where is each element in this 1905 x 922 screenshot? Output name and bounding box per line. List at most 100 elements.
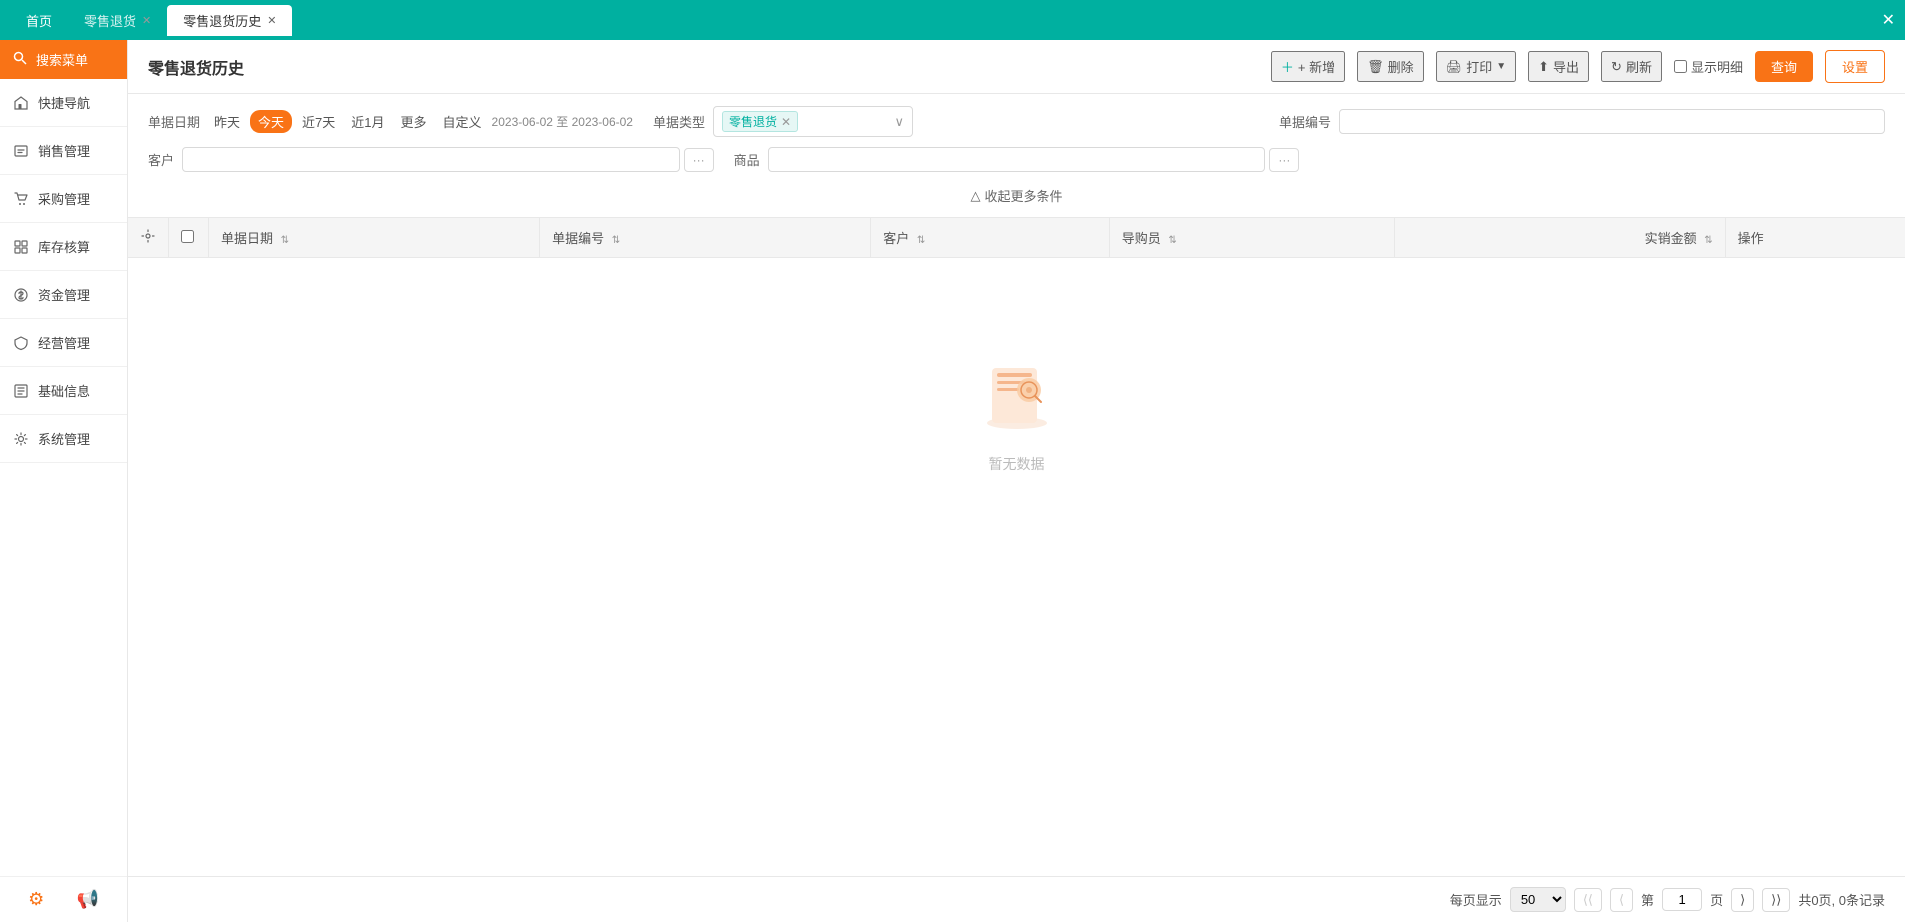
prev-page-button[interactable]: ⟨	[1610, 888, 1633, 912]
voucher-input[interactable]	[1339, 109, 1885, 134]
tab-home[interactable]: 首页	[10, 5, 68, 36]
type-tag: 零售退货 ✕	[722, 111, 798, 132]
collapse-icon: △	[970, 188, 980, 204]
page-size-select[interactable]: 50 10 20 100	[1510, 887, 1566, 912]
sidebar-item-quick-nav[interactable]: 快捷导航	[0, 79, 127, 127]
goods-ellipsis-button[interactable]: ···	[1269, 148, 1299, 172]
tab-retail-return[interactable]: 零售退货 ✕	[68, 5, 167, 36]
voucher-label: 单据编号	[1279, 112, 1331, 131]
sidebar-item-basic-info[interactable]: 基础信息	[0, 367, 127, 415]
operation-icon	[12, 334, 30, 352]
main-layout: 搜索菜单 快捷导航 销售管理 采购管理 库存核算	[0, 40, 1905, 922]
sidebar-label-quick-nav: 快捷导航	[38, 93, 90, 112]
sort-customer-icon: ⇅	[917, 235, 925, 246]
date-opt-custom[interactable]: 自定义	[437, 110, 488, 133]
sidebar-item-finance[interactable]: 资金管理	[0, 271, 127, 319]
type-select[interactable]: 零售退货 ✕ ∨	[713, 106, 913, 137]
filter-row-1: 单据日期 昨天 今天 近7天 近1月 更多 自定义 2023-06-02 至 2…	[148, 106, 1885, 137]
close-retail-return-tab[interactable]: ✕	[142, 14, 151, 27]
home-icon	[12, 94, 30, 112]
print-button[interactable]: 🖨 打印 ▼	[1436, 51, 1516, 82]
sidebar-item-system[interactable]: 系统管理	[0, 415, 127, 463]
basic-info-icon	[12, 382, 30, 400]
page-size-label: 每页显示	[1450, 890, 1502, 909]
page-header: 零售退货历史 ＋ + 新增 🗑 删除 🖨 打印 ▼ ⬆ 导出	[128, 40, 1905, 94]
speaker-icon[interactable]: 📢	[76, 889, 98, 910]
sidebar-label-purchase: 采购管理	[38, 189, 90, 208]
th-settings[interactable]	[128, 218, 169, 258]
th-voucher-no[interactable]: 单据编号 ⇅	[540, 218, 871, 258]
date-opt-7days[interactable]: 近7天	[296, 110, 341, 133]
refresh-icon: ↻	[1611, 59, 1622, 75]
sidebar-label-inventory: 库存核算	[38, 237, 90, 256]
goods-input[interactable]	[768, 147, 1266, 172]
sidebar-label-system: 系统管理	[38, 429, 90, 448]
th-guide[interactable]: 导购员 ⇅	[1109, 218, 1394, 258]
date-opt-1month[interactable]: 近1月	[345, 110, 390, 133]
print-dropdown-icon: ▼	[1496, 61, 1506, 72]
sidebar: 搜索菜单 快捷导航 销售管理 采购管理 库存核算	[0, 40, 128, 922]
sales-icon	[12, 142, 30, 160]
sidebar-item-inventory[interactable]: 库存核算	[0, 223, 127, 271]
finance-icon	[12, 286, 30, 304]
refresh-button[interactable]: ↻ 刷新	[1601, 51, 1662, 82]
select-all-checkbox[interactable]	[181, 230, 194, 243]
date-label: 单据日期	[148, 112, 200, 131]
date-opt-today[interactable]: 今天	[250, 110, 292, 133]
header-actions: ＋ + 新增 🗑 删除 🖨 打印 ▼ ⬆ 导出 ↻	[1271, 50, 1885, 83]
th-checkbox[interactable]	[169, 218, 209, 258]
date-options: 昨天 今天 近7天 近1月 更多 自定义	[208, 110, 488, 133]
content-area: 零售退货历史 ＋ + 新增 🗑 删除 🖨 打印 ▼ ⬆ 导出	[128, 40, 1905, 922]
page-suffix: 页	[1710, 890, 1723, 909]
new-button[interactable]: ＋ + 新增	[1271, 51, 1345, 82]
sidebar-label-operation: 经营管理	[38, 333, 90, 352]
search-label: 搜索菜单	[36, 50, 88, 69]
th-date[interactable]: 单据日期 ⇅	[209, 218, 540, 258]
next-page-button[interactable]: ⟩	[1731, 888, 1754, 912]
show-detail-checkbox[interactable]	[1674, 60, 1687, 73]
total-info: 共0页, 0条记录	[1798, 890, 1885, 909]
sidebar-label-basic-info: 基础信息	[38, 381, 90, 400]
type-tag-close[interactable]: ✕	[781, 115, 791, 129]
query-button[interactable]: 查询	[1755, 51, 1813, 82]
customer-ellipsis-button[interactable]: ···	[684, 148, 714, 172]
tab-retail-return-history[interactable]: 零售退货历史 ✕	[167, 5, 292, 36]
sidebar-item-purchase[interactable]: 采购管理	[0, 175, 127, 223]
purchase-icon	[12, 190, 30, 208]
setting-button[interactable]: 设置	[1825, 50, 1885, 83]
print-icon: 🖨	[1446, 59, 1463, 75]
first-page-button[interactable]: ⟨⟨	[1574, 888, 1602, 912]
empty-state: 暂无数据	[128, 258, 1905, 554]
close-app-button[interactable]: ✕	[1882, 10, 1895, 30]
show-detail-checkbox-label[interactable]: 显示明细	[1674, 57, 1743, 76]
settings-icon[interactable]: ⚙	[28, 889, 44, 910]
type-select-arrow-icon: ∨	[894, 114, 904, 130]
th-action: 操作	[1725, 218, 1905, 258]
goods-filter: 商品 ···	[734, 147, 1300, 172]
system-icon	[12, 430, 30, 448]
type-label: 单据类型	[653, 112, 705, 131]
collapse-button[interactable]: △ 收起更多条件	[970, 186, 1062, 205]
plus-icon: ＋	[1281, 57, 1294, 76]
page-input[interactable]	[1662, 888, 1702, 911]
table-area: 单据日期 ⇅ 单据编号 ⇅ 客户 ⇅ 导购员 ⇅	[128, 218, 1905, 876]
sidebar-item-sales[interactable]: 销售管理	[0, 127, 127, 175]
sidebar-item-operation[interactable]: 经营管理	[0, 319, 127, 367]
date-opt-yesterday[interactable]: 昨天	[208, 110, 246, 133]
tab-bar: 首页 零售退货 ✕ 零售退货历史 ✕ ✕	[0, 0, 1905, 40]
last-page-button[interactable]: ⟩⟩	[1762, 888, 1790, 912]
sidebar-search[interactable]: 搜索菜单	[0, 40, 127, 79]
export-button[interactable]: ⬆ 导出	[1528, 51, 1589, 82]
empty-text: 暂无数据	[989, 454, 1045, 474]
date-opt-more[interactable]: 更多	[395, 110, 433, 133]
th-customer[interactable]: 客户 ⇅	[871, 218, 1110, 258]
delete-button[interactable]: 🗑 删除	[1357, 51, 1424, 82]
export-icon: ⬆	[1538, 59, 1549, 75]
th-actual-amount[interactable]: 实销金额 ⇅	[1394, 218, 1725, 258]
sidebar-label-sales: 销售管理	[38, 141, 90, 160]
filter-area: 单据日期 昨天 今天 近7天 近1月 更多 自定义 2023-06-02 至 2…	[128, 94, 1905, 218]
customer-input[interactable]	[182, 147, 680, 172]
close-retail-return-history-tab[interactable]: ✕	[267, 14, 276, 27]
search-icon	[12, 50, 28, 69]
date-filter: 单据日期 昨天 今天 近7天 近1月 更多 自定义 2023-06-02 至 2…	[148, 110, 633, 133]
